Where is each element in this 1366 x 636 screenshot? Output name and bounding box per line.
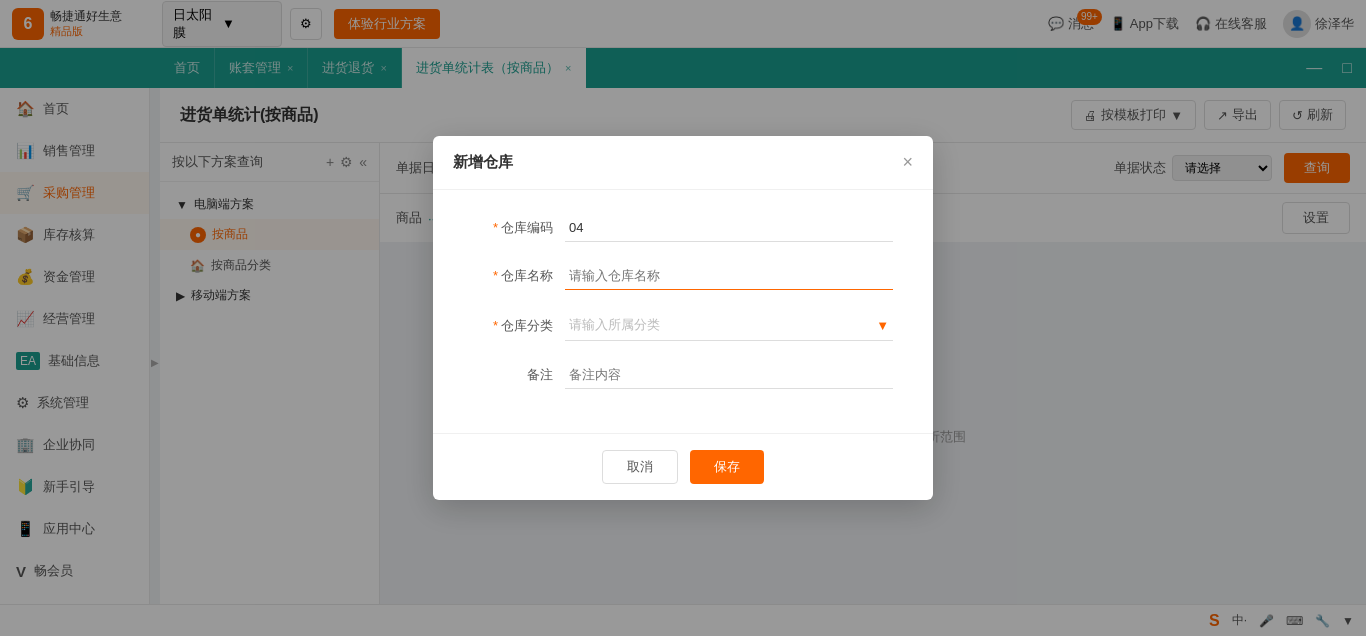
modal-footer: 取消 保存 [433,433,933,500]
name-input[interactable] [565,262,893,290]
cancel-button[interactable]: 取消 [602,450,678,484]
save-button[interactable]: 保存 [690,450,764,484]
code-label: 仓库编码 [473,219,553,237]
name-label: 仓库名称 [473,267,553,285]
code-field-row: 仓库编码 [473,214,893,242]
category-placeholder: 请输入所属分类 [569,316,876,334]
modal-close-button[interactable]: × [902,152,913,173]
category-select[interactable]: 请输入所属分类 ▼ [565,310,893,341]
category-arrow-icon: ▼ [876,318,889,333]
note-label: 备注 [473,366,553,384]
category-field-row: 仓库分类 请输入所属分类 ▼ [473,310,893,341]
code-input[interactable] [565,214,893,242]
add-warehouse-modal: 新增仓库 × 仓库编码 仓库名称 仓库分类 请输入所属分类 ▼ [433,136,933,500]
modal-header: 新增仓库 × [433,136,933,190]
name-field-row: 仓库名称 [473,262,893,290]
modal-body: 仓库编码 仓库名称 仓库分类 请输入所属分类 ▼ 备注 [433,190,933,433]
category-label: 仓库分类 [473,317,553,335]
note-field-row: 备注 [473,361,893,389]
note-input[interactable] [565,361,893,389]
modal-title: 新增仓库 [453,153,513,172]
modal-overlay[interactable]: 新增仓库 × 仓库编码 仓库名称 仓库分类 请输入所属分类 ▼ [0,0,1366,636]
